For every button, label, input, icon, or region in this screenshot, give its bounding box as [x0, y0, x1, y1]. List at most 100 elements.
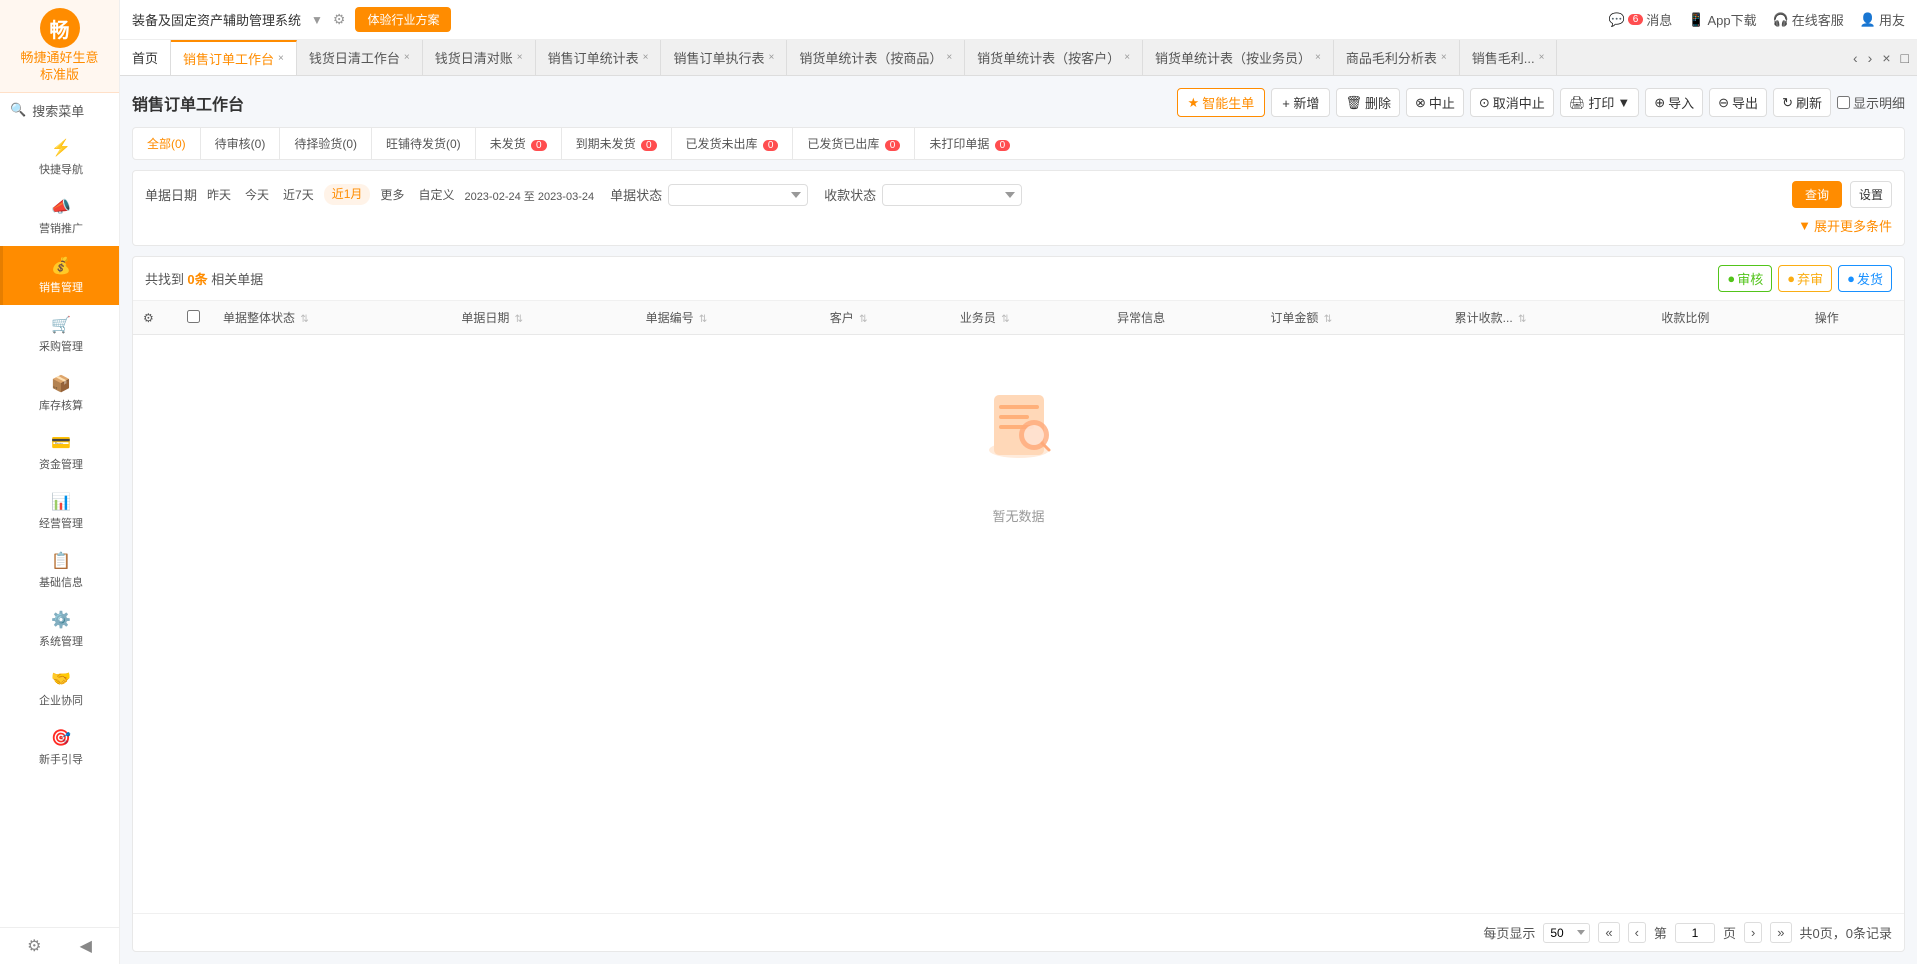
solution-button[interactable]: 体验行业方案 [355, 7, 451, 32]
status-select[interactable] [668, 184, 808, 206]
payment-sort[interactable]: ⇅ [1518, 314, 1526, 325]
tab-cash-reconcile-close[interactable]: × [517, 52, 523, 63]
prev-page-btn[interactable]: ‹ [1628, 922, 1646, 943]
payment-select[interactable] [882, 184, 1022, 206]
sidebar-item-guide[interactable]: 🎯 新手引导 [0, 718, 119, 777]
settings-bottom-icon[interactable]: ⚙ [27, 936, 41, 956]
sub-tab-not-printed[interactable]: 未打印单据 0 [915, 128, 1024, 159]
amount-sort[interactable]: ⇅ [1324, 314, 1332, 325]
app-download-item[interactable]: 📱 App下载 [1688, 10, 1756, 29]
th-checkbox[interactable] [173, 301, 213, 335]
sidebar-item-system[interactable]: ⚙️ 系统管理 [0, 600, 119, 659]
tab-sales-workbench[interactable]: 销售订单工作台 × [171, 40, 297, 76]
topbar-dropdown-arrow[interactable]: ▼ [311, 13, 323, 27]
tab-order-stats-close[interactable]: × [643, 52, 649, 63]
data-table: ⚙ 单据整体状态 ⇅ 单据日期 ⇅ 单据编号 ⇅ 客户 ⇅ 业务员 ⇅ 异常信息… [133, 301, 1904, 913]
online-service-item[interactable]: 🎧 在线客服 [1773, 10, 1844, 29]
expand-button[interactable]: ▼ 展开更多条件 [1798, 216, 1892, 235]
staff-sort[interactable]: ⇅ [1001, 314, 1009, 325]
sidebar-item-purchase[interactable]: 🛒 采购管理 [0, 305, 119, 364]
tab-order-exec[interactable]: 销售订单执行表 × [661, 40, 787, 76]
sub-tab-not-sent[interactable]: 未发货 0 [476, 128, 562, 159]
tab-close-all-btn[interactable]: × [1878, 48, 1894, 68]
page-number-input[interactable] [1675, 923, 1715, 943]
collapse-icon[interactable]: ◀ [80, 936, 92, 956]
date-sort[interactable]: ⇅ [515, 314, 523, 325]
tab-sales-customer[interactable]: 销货单统计表（按客户） × [965, 40, 1143, 76]
tab-sales-close[interactable]: × [278, 53, 284, 64]
audit-button[interactable]: ● 审核 [1718, 265, 1772, 292]
date-opt-1month[interactable]: 近1月 [324, 184, 371, 205]
sidebar-item-collab[interactable]: 🤝 企业协同 [0, 659, 119, 718]
date-opt-7days[interactable]: 近7天 [279, 184, 318, 205]
tab-prev-btn[interactable]: ‹ [1849, 48, 1862, 68]
sidebar-search[interactable]: 🔍 搜索菜单 [0, 93, 119, 128]
refresh-button[interactable]: ↻ 刷新 [1773, 88, 1831, 117]
sidebar-item-management[interactable]: 📊 经营管理 [0, 482, 119, 541]
tab-sales-staff-close[interactable]: × [1315, 52, 1321, 63]
tab-expand-btn[interactable]: □ [1897, 48, 1913, 68]
date-opt-custom[interactable]: 自定义 [414, 184, 458, 205]
status-sort[interactable]: ⇅ [300, 314, 308, 325]
sub-tab-all[interactable]: 全部(0) [133, 128, 201, 159]
customer-sort[interactable]: ⇅ [859, 314, 867, 325]
sidebar-item-sales[interactable]: 💰 销售管理 [0, 246, 119, 305]
print-button[interactable]: 🖨 打印 ▼ [1560, 88, 1639, 117]
export-button[interactable]: ⊖ 导出 [1709, 88, 1767, 117]
tab-next-btn[interactable]: › [1864, 48, 1877, 68]
query-button[interactable]: 查询 [1792, 181, 1842, 208]
tab-sales-product-close[interactable]: × [946, 52, 952, 63]
sub-tab-sent-not-out[interactable]: 已发货未出库 0 [672, 128, 794, 159]
tab-order-stats[interactable]: 销售订单统计表 × [536, 40, 662, 76]
tab-sales-staff[interactable]: 销货单统计表（按业务员） × [1143, 40, 1334, 76]
sidebar-item-basic[interactable]: 📋 基础信息 [0, 541, 119, 600]
tab-sales-margin-close[interactable]: × [1539, 52, 1545, 63]
inventory-icon: 📦 [51, 374, 71, 394]
sidebar-item-inventory[interactable]: 📦 库存核算 [0, 364, 119, 423]
tab-margin-close[interactable]: × [1441, 52, 1447, 63]
import-button[interactable]: ⊕ 导入 [1645, 88, 1703, 117]
first-page-btn[interactable]: « [1598, 922, 1619, 943]
tab-order-exec-close[interactable]: × [768, 52, 774, 63]
th-settings[interactable]: ⚙ [133, 301, 173, 335]
message-item[interactable]: 💬 6 消息 [1609, 10, 1673, 29]
cancel-audit-button[interactable]: ● 弃审 [1778, 265, 1832, 292]
sidebar-item-finance[interactable]: 💳 资金管理 [0, 423, 119, 482]
number-sort[interactable]: ⇅ [699, 314, 707, 325]
delete-button[interactable]: 🗑 删除 [1336, 88, 1400, 117]
tab-cash-reconcile-label: 钱货日清对账 [435, 48, 513, 67]
sidebar-item-quick-nav[interactable]: ⚡ 快捷导航 [0, 128, 119, 187]
tab-sales-customer-close[interactable]: × [1124, 52, 1130, 63]
tab-margin[interactable]: 商品毛利分析表 × [1334, 40, 1460, 76]
stop-button[interactable]: ⊗ 中止 [1406, 88, 1464, 117]
print-icon: 🖨 [1569, 95, 1586, 111]
tab-sales-product[interactable]: 销货单统计表（按商品） × [787, 40, 965, 76]
tab-cash-daily-close[interactable]: × [404, 52, 410, 63]
user-item[interactable]: 👤 用友 [1860, 10, 1905, 29]
tab-sales-margin[interactable]: 销售毛利... × [1460, 40, 1558, 76]
sub-tab-sent-out[interactable]: 已发货已出库 0 [793, 128, 915, 159]
sub-tab-wangpu[interactable]: 旺铺待发货(0) [372, 128, 476, 159]
select-all-checkbox[interactable] [187, 310, 200, 323]
cancel-stop-button[interactable]: ⊙ 取消中止 [1470, 88, 1554, 117]
sidebar-item-marketing[interactable]: 📣 营销推广 [0, 187, 119, 246]
show-detail-checkbox[interactable] [1837, 96, 1850, 109]
page-size-select[interactable]: 50 20 100 [1543, 923, 1590, 943]
tab-cash-reconcile[interactable]: 钱货日清对账 × [423, 40, 536, 76]
topbar-gear-icon[interactable]: ⚙ [333, 11, 346, 28]
filter-settings-button[interactable]: 设置 [1850, 181, 1892, 208]
date-opt-more[interactable]: 更多 [376, 184, 408, 205]
smart-generate-button[interactable]: ★ 智能生单 [1177, 88, 1266, 117]
date-opt-yesterday[interactable]: 昨天 [203, 184, 235, 205]
new-button[interactable]: + 新增 [1271, 88, 1330, 117]
sub-tab-pending-audit[interactable]: 待审核(0) [201, 128, 281, 159]
tab-cash-daily[interactable]: 钱货日清工作台 × [297, 40, 423, 76]
next-page-btn[interactable]: › [1744, 922, 1762, 943]
tab-home[interactable]: 首页 [120, 40, 171, 76]
show-detail-label[interactable]: 显示明细 [1837, 93, 1905, 112]
last-page-btn[interactable]: » [1770, 922, 1791, 943]
sub-tab-pending-inspect[interactable]: 待择验货(0) [280, 128, 372, 159]
sub-tab-overdue[interactable]: 到期未发货 0 [562, 128, 672, 159]
date-opt-today[interactable]: 今天 [241, 184, 273, 205]
send-button[interactable]: ● 发货 [1838, 265, 1892, 292]
